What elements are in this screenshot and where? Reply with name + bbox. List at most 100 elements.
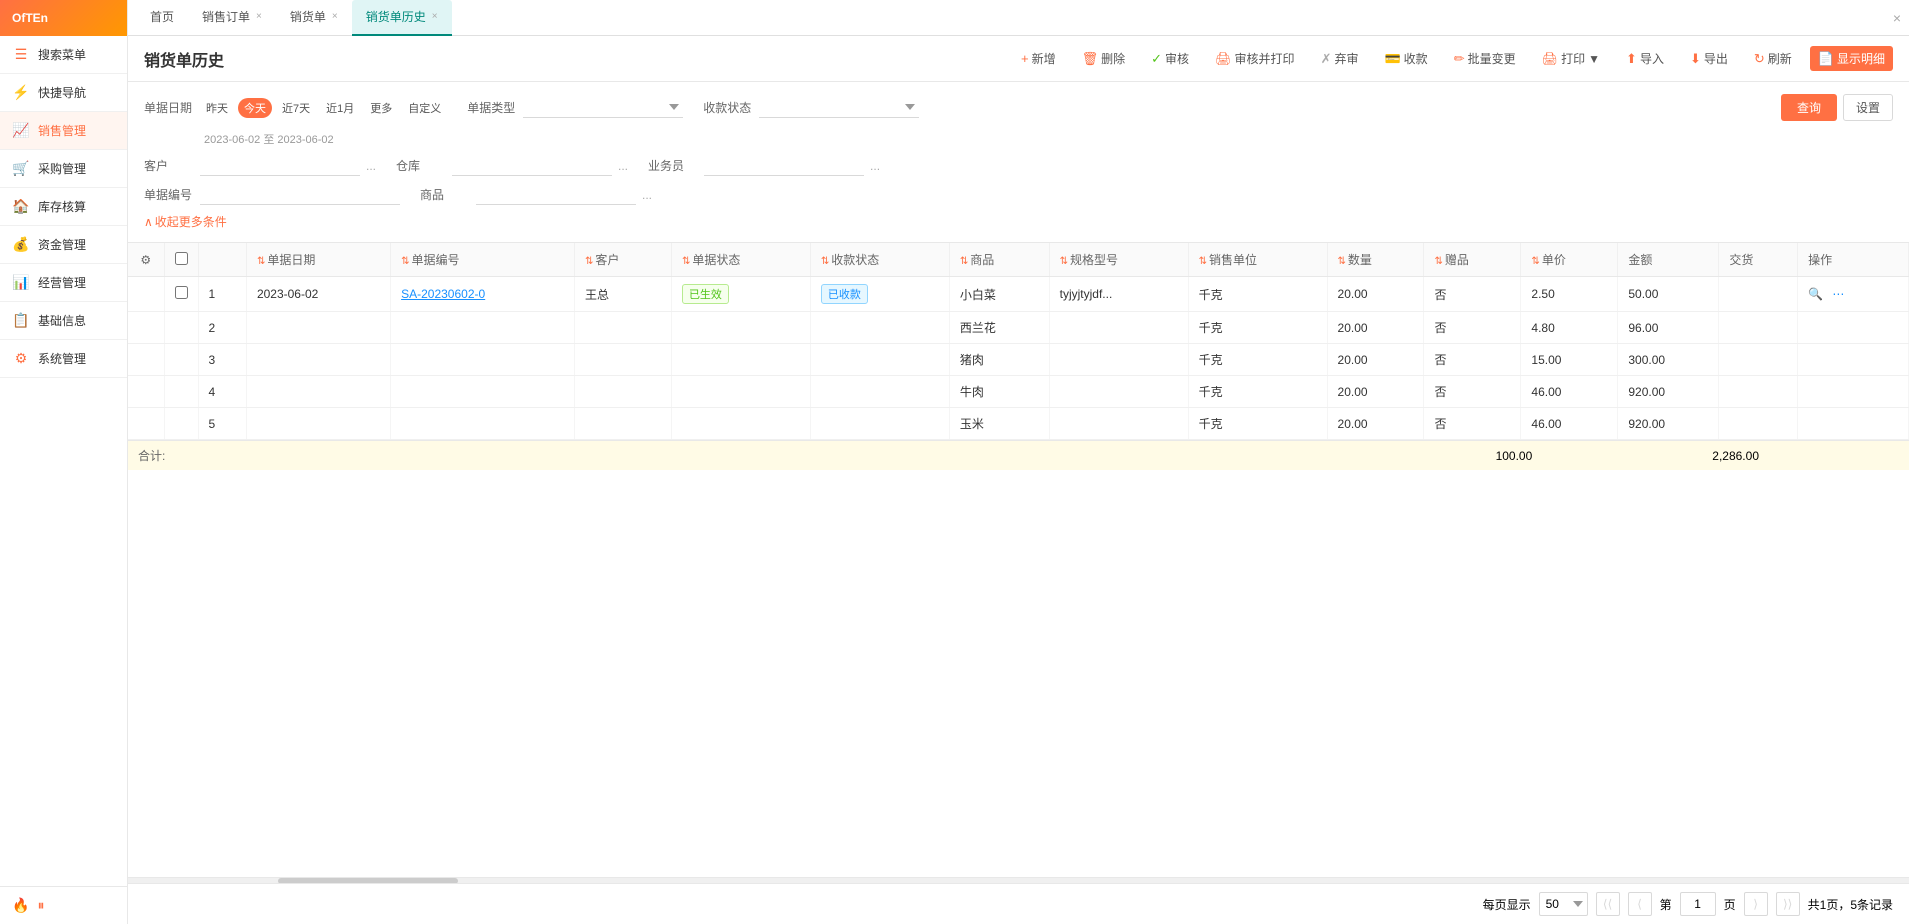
th-spec[interactable]: ⇅规格型号 bbox=[1049, 243, 1188, 277]
next-page-btn[interactable]: ⟩ bbox=[1744, 892, 1768, 916]
td-checkbox[interactable] bbox=[164, 344, 198, 376]
sidebar-item-purchase[interactable]: 🛒 采购管理 bbox=[0, 150, 127, 188]
td-doc-no[interactable]: SA-20230602-0 bbox=[391, 277, 575, 312]
date-btn-more[interactable]: 更多 bbox=[364, 98, 398, 118]
doc-status-badge: 已生效 bbox=[682, 284, 729, 304]
print-button[interactable]: 🖨 打印 ▼ bbox=[1534, 46, 1608, 71]
discard-button[interactable]: ✗ 弃审 bbox=[1313, 46, 1367, 71]
refresh-label: 刷新 bbox=[1768, 50, 1792, 67]
td-doc-no[interactable] bbox=[391, 312, 575, 344]
row-checkbox[interactable] bbox=[175, 286, 188, 299]
warehouse-dots[interactable]: ... bbox=[618, 159, 628, 173]
batch-change-button[interactable]: ✏ 批量变更 bbox=[1446, 46, 1524, 71]
th-pay-status-label: 收款状态 bbox=[831, 253, 879, 267]
th-goods[interactable]: ⇅商品 bbox=[949, 243, 1049, 277]
setting-button[interactable]: 设置 bbox=[1843, 94, 1893, 121]
salesperson-input[interactable] bbox=[704, 155, 864, 176]
date-btn-7days[interactable]: 近7天 bbox=[276, 98, 316, 118]
fire-icon[interactable]: 🔥 bbox=[12, 897, 29, 914]
doc-no-link[interactable]: SA-20230602-0 bbox=[401, 287, 485, 301]
td-checkbox[interactable] bbox=[164, 376, 198, 408]
td-doc-no[interactable] bbox=[391, 376, 575, 408]
customer-input[interactable] bbox=[200, 155, 360, 176]
sidebar-item-finance[interactable]: 💰 资金管理 bbox=[0, 226, 127, 264]
td-amount: 96.00 bbox=[1618, 312, 1719, 344]
prev-page-btn[interactable]: ⟨ bbox=[1628, 892, 1652, 916]
td-doc-no[interactable] bbox=[391, 408, 575, 440]
pause-icon[interactable]: ⏸ bbox=[37, 897, 44, 914]
date-btn-yesterday[interactable]: 昨天 bbox=[200, 98, 234, 118]
tab-sales-order[interactable]: 销售订单 × bbox=[188, 0, 276, 36]
th-doc-status[interactable]: ⇅单据状态 bbox=[671, 243, 810, 277]
date-btn-1month[interactable]: 近1月 bbox=[320, 98, 360, 118]
tab-sales-goods[interactable]: 销货单 × bbox=[276, 0, 352, 36]
audit-print-button[interactable]: 🖨 审核并打印 bbox=[1207, 46, 1303, 71]
more-action-btn[interactable]: ⋯ bbox=[1832, 287, 1844, 301]
money-icon: 💰 bbox=[12, 236, 30, 253]
td-checkbox[interactable] bbox=[164, 277, 198, 312]
query-button[interactable]: 查询 bbox=[1781, 94, 1837, 121]
show-detail-button[interactable]: 📄 显示明细 bbox=[1810, 46, 1893, 71]
th-quantity[interactable]: ⇅数量 bbox=[1327, 243, 1424, 277]
td-checkbox[interactable] bbox=[164, 312, 198, 344]
tab-close-icon[interactable]: × bbox=[332, 11, 338, 22]
td-customer bbox=[574, 312, 671, 344]
sidebar-item-system[interactable]: ⚙ 系统管理 bbox=[0, 340, 127, 378]
tab-close-icon[interactable]: × bbox=[256, 11, 262, 22]
tab-close-icon[interactable]: × bbox=[432, 11, 438, 22]
add-button[interactable]: + 新增 bbox=[1013, 46, 1064, 71]
doc-no-input[interactable] bbox=[200, 184, 400, 205]
date-btn-custom[interactable]: 自定义 bbox=[402, 98, 447, 118]
td-pay-status bbox=[810, 376, 949, 408]
th-doc-date[interactable]: ⇅单据日期 bbox=[246, 243, 390, 277]
discard-icon: ✗ bbox=[1321, 51, 1332, 67]
select-all-checkbox[interactable] bbox=[175, 252, 188, 265]
last-page-btn[interactable]: ⟩⟩ bbox=[1776, 892, 1800, 916]
collapse-btn[interactable]: ∧ 收起更多条件 bbox=[144, 213, 1893, 230]
sidebar-item-inventory[interactable]: 🏠 库存核算 bbox=[0, 188, 127, 226]
tab-sales-history[interactable]: 销货单历史 × bbox=[352, 0, 452, 36]
td-amount: 300.00 bbox=[1618, 344, 1719, 376]
view-action-btn[interactable]: 🔍 bbox=[1808, 287, 1823, 301]
sidebar-footer: 🔥 ⏸ bbox=[0, 886, 127, 924]
date-btn-today[interactable]: 今天 bbox=[238, 98, 272, 118]
sidebar-item-quick-nav[interactable]: ⚡ 快捷导航 bbox=[0, 74, 127, 112]
pay-status-select[interactable] bbox=[759, 97, 919, 118]
delete-button[interactable]: 🗑 删除 bbox=[1074, 46, 1134, 71]
td-unit-price: 2.50 bbox=[1521, 277, 1618, 312]
import-button[interactable]: ⬆ 导入 bbox=[1618, 46, 1672, 71]
td-gear bbox=[128, 312, 164, 344]
goods-input[interactable] bbox=[476, 184, 636, 205]
th-unit-label: 销售单位 bbox=[1209, 253, 1257, 267]
customer-dots[interactable]: ... bbox=[366, 159, 376, 173]
collect-button[interactable]: 💳 收款 bbox=[1376, 46, 1435, 71]
refresh-button[interactable]: ↻ 刷新 bbox=[1746, 46, 1800, 71]
first-page-btn[interactable]: ⟨⟨ bbox=[1596, 892, 1620, 916]
th-gift[interactable]: ⇅赠品 bbox=[1424, 243, 1521, 277]
sidebar-item-sales[interactable]: 📈 销售管理 bbox=[0, 112, 127, 150]
refresh-icon: ↻ bbox=[1754, 51, 1765, 67]
goods-dots[interactable]: ... bbox=[642, 188, 652, 202]
sidebar-item-search-menu[interactable]: ☰ 搜索菜单 bbox=[0, 36, 127, 74]
sidebar-item-operations[interactable]: 📊 经营管理 bbox=[0, 264, 127, 302]
sidebar-item-basic-info[interactable]: 📋 基础信息 bbox=[0, 302, 127, 340]
per-page-select[interactable]: 50 20 100 bbox=[1539, 892, 1588, 916]
date-range-text: 2023-06-02 至 2023-06-02 bbox=[204, 131, 334, 147]
th-gear[interactable]: ⚙ bbox=[128, 243, 164, 277]
th-checkbox[interactable] bbox=[164, 243, 198, 277]
th-customer[interactable]: ⇅客户 bbox=[574, 243, 671, 277]
th-doc-no[interactable]: ⇅单据编号 bbox=[391, 243, 575, 277]
tabs-close-btn[interactable]: × bbox=[1893, 10, 1901, 26]
th-pay-status[interactable]: ⇅收款状态 bbox=[810, 243, 949, 277]
export-button[interactable]: ⬇ 导出 bbox=[1682, 46, 1736, 71]
page-input[interactable] bbox=[1680, 892, 1716, 916]
salesperson-dots[interactable]: ... bbox=[870, 159, 880, 173]
td-checkbox[interactable] bbox=[164, 408, 198, 440]
warehouse-input[interactable] bbox=[452, 155, 612, 176]
th-unit[interactable]: ⇅销售单位 bbox=[1188, 243, 1327, 277]
td-doc-no[interactable] bbox=[391, 344, 575, 376]
th-unit-price[interactable]: ⇅单价 bbox=[1521, 243, 1618, 277]
audit-button[interactable]: ✓ 审核 bbox=[1143, 46, 1197, 71]
doc-type-select[interactable] bbox=[523, 97, 683, 118]
tab-home[interactable]: 首页 bbox=[136, 0, 188, 36]
